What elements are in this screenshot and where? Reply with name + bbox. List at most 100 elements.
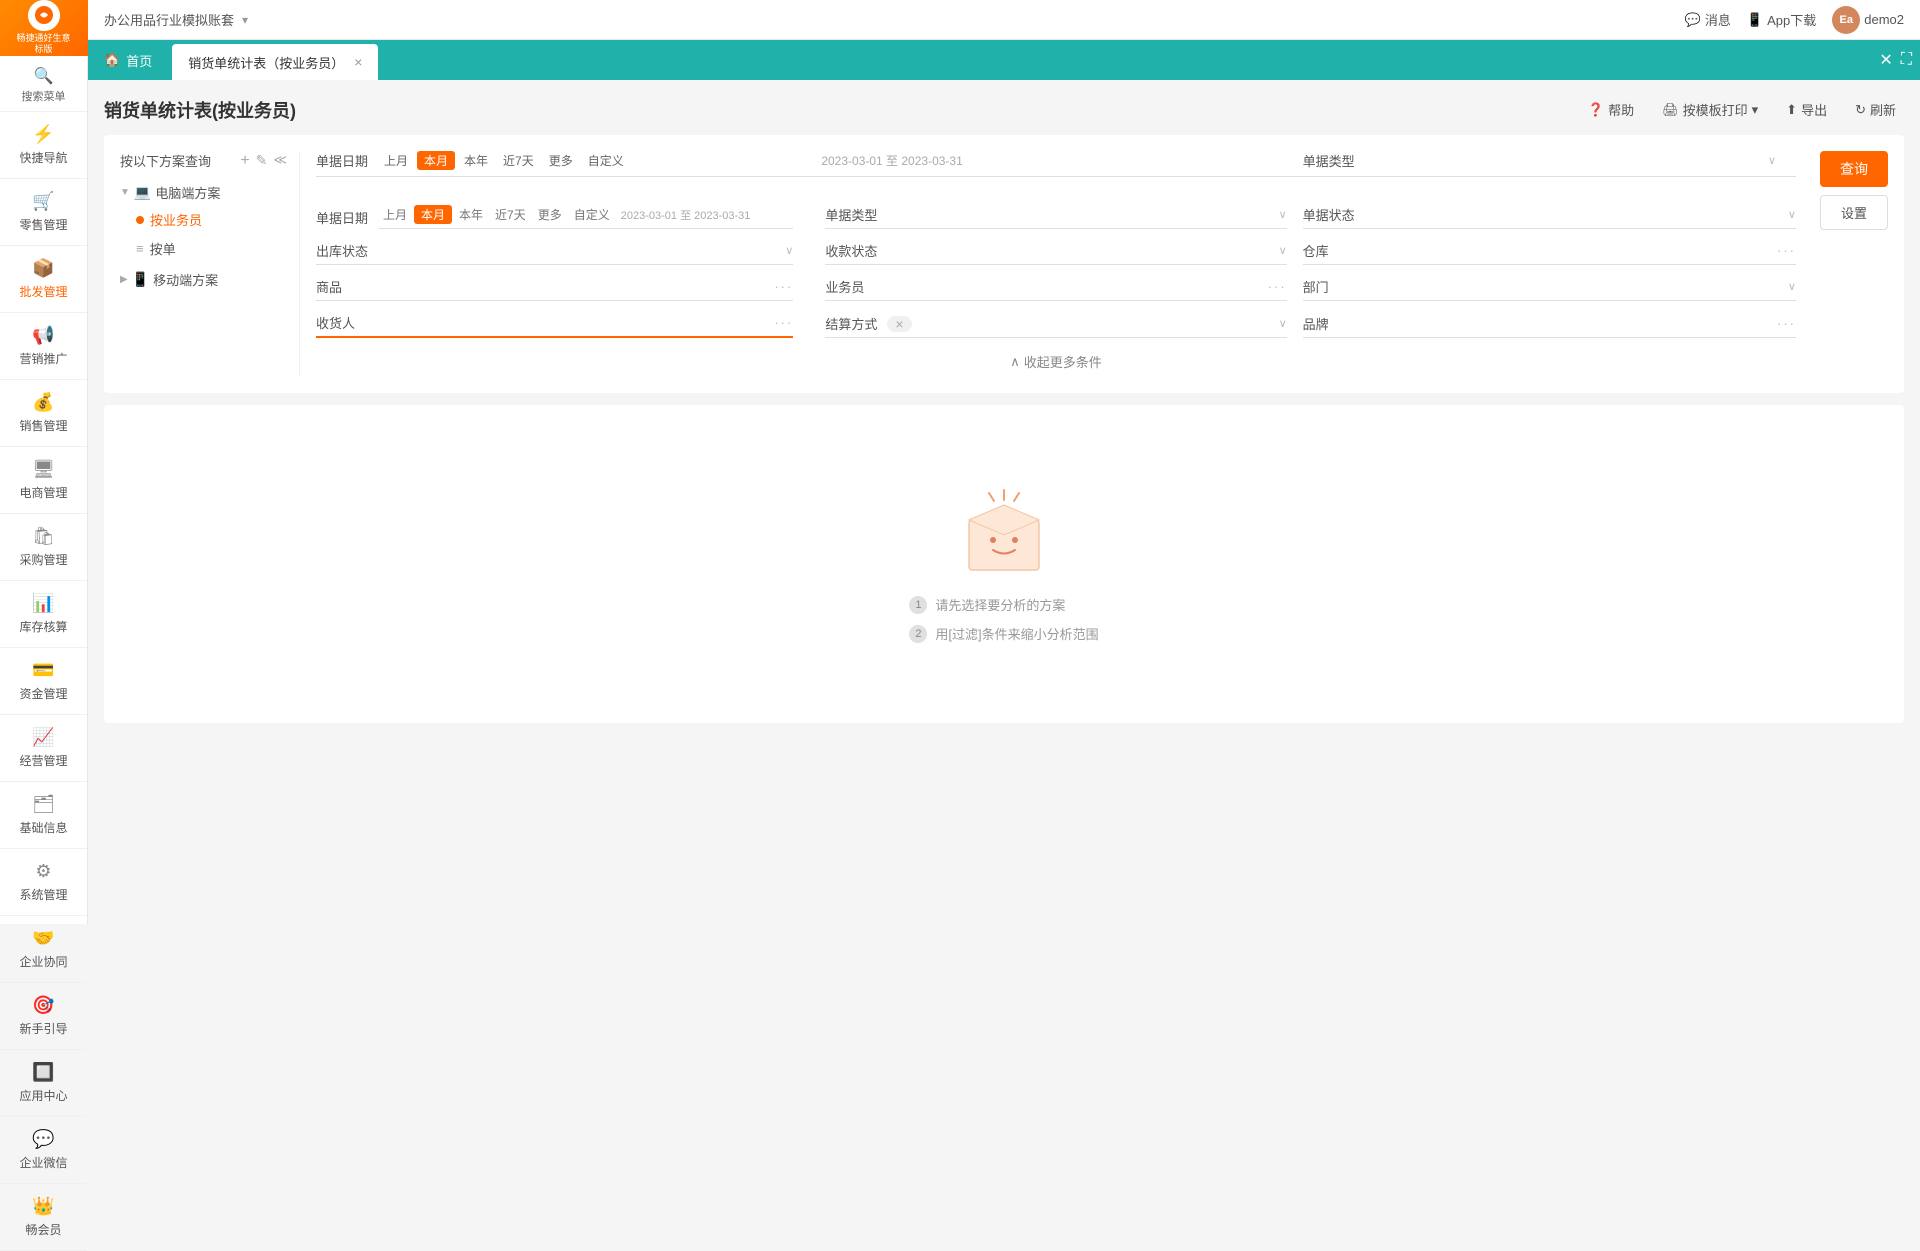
help-button[interactable]: ❓ 帮助 xyxy=(1580,96,1642,123)
outstatus-chevron: ∨ xyxy=(785,244,793,257)
sidebar-item-guide[interactable]: 🎯 新手引导 xyxy=(0,983,87,1050)
filter-cell-receivestatus: 收款状态 ∨ xyxy=(809,241,1302,277)
sidebar-item-inventory[interactable]: 📊 库存核算 xyxy=(0,581,87,648)
sidebar-item-collab[interactable]: 🤝 企业协同 xyxy=(0,916,87,983)
date-tab-this-month[interactable]: 本月 xyxy=(417,151,455,170)
topbar-dropdown-icon[interactable]: ▾ xyxy=(242,13,248,27)
sidebar-item-wholesale[interactable]: 📦 批发管理 xyxy=(0,246,87,313)
retail-icon: 🛒 xyxy=(32,191,54,212)
main-panel: 按以下方案查询 + ✎ ≪ ▼ 💻 电脑端方案 xyxy=(104,135,1904,393)
more-tab[interactable]: 更多 xyxy=(533,205,567,224)
purchase-icon: 🛍 xyxy=(32,526,55,547)
tab-close-window-button[interactable]: ✕ xyxy=(1879,50,1892,70)
sidebar-item-system[interactable]: ⚙ 系统管理 xyxy=(0,849,87,916)
last-month-tab[interactable]: 上月 xyxy=(378,205,412,224)
sidebar-item-basic[interactable]: 🗂 基础信息 xyxy=(0,782,87,849)
operation-label: 经营管理 xyxy=(19,752,67,769)
sales-label: 销售管理 xyxy=(19,417,67,434)
logo[interactable]: 畅捷通好生意 标版 xyxy=(0,0,88,56)
search-label: 搜索菜单 xyxy=(22,88,66,104)
scheme-group-mobile-header[interactable]: ▶ 📱 移动端方案 xyxy=(120,267,287,292)
date-tab-7days[interactable]: 近7天 xyxy=(497,151,540,170)
sidebar-item-finance[interactable]: 💳 资金管理 xyxy=(0,648,87,715)
query-button[interactable]: 查询 xyxy=(1820,151,1888,187)
consignee-input[interactable]: ··· xyxy=(378,315,793,330)
date-tab-last-month[interactable]: 上月 xyxy=(378,151,414,170)
scheme-collapse-button[interactable]: ≪ xyxy=(273,152,287,170)
goods-input[interactable]: ··· xyxy=(378,279,793,294)
date-field-label: 单据日期 xyxy=(316,208,372,227)
guide-label: 新手引导 xyxy=(19,1020,67,1037)
sidebar-item-ecommerce[interactable]: 🖥 电商管理 xyxy=(0,447,87,514)
download-button[interactable]: 📱 App下载 xyxy=(1747,10,1816,29)
sidebar-item-retail[interactable]: 🛒 零售管理 xyxy=(0,179,87,246)
settle-input[interactable]: × ∨ xyxy=(887,316,1286,332)
refresh-button[interactable]: ↻ 刷新 xyxy=(1847,96,1904,123)
dept-wrap: 部门 ∨ xyxy=(1303,277,1796,301)
outstatus-input[interactable]: ∨ xyxy=(378,244,793,257)
scheme-group-pc-header[interactable]: ▼ 💻 电脑端方案 xyxy=(120,180,287,205)
scheme-item-order-icon: ≡ xyxy=(136,241,144,256)
scheme-add-button[interactable]: + xyxy=(240,152,249,170)
scheme-item-salesperson[interactable]: 按业务员 xyxy=(136,205,287,234)
tab-home[interactable]: 🏠 首页 xyxy=(88,40,168,80)
scheme-item-order[interactable]: ≡ 按单 xyxy=(136,234,287,263)
tab-close-button[interactable]: × xyxy=(354,54,362,70)
receivestatus-input[interactable]: ∨ xyxy=(887,244,1286,257)
export-button[interactable]: ⬆ 导出 xyxy=(1778,96,1835,123)
tab-maximize-button[interactable]: ⛶ xyxy=(1901,51,1912,69)
brand-wrap: 品牌 ··· xyxy=(1303,314,1796,338)
dept-input[interactable]: ∨ xyxy=(1365,280,1796,293)
user-area[interactable]: Ea demo2 xyxy=(1832,6,1904,34)
collab-label: 企业协同 xyxy=(19,953,67,970)
settle-label: 结算方式 xyxy=(825,314,881,333)
collapse-bar: ∧ 收起更多条件 xyxy=(316,346,1796,377)
this-month-tab[interactable]: 本月 xyxy=(414,205,452,224)
date-tab-this-year[interactable]: 本年 xyxy=(458,151,494,170)
brand-input[interactable]: ··· xyxy=(1365,316,1796,331)
sidebar-item-purchase[interactable]: 🛍 采购管理 xyxy=(0,514,87,581)
collapse-button[interactable]: ∧ 收起更多条件 xyxy=(1010,352,1102,371)
export-icon: ⬆ xyxy=(1786,102,1797,118)
content-area: 销货单统计表(按业务员) ❓ 帮助 🖨 按模板打印 ▾ ⬆ 导出 ↻ 刷新 xyxy=(88,80,1920,924)
salesperson-input[interactable]: ··· xyxy=(887,279,1286,294)
sidebar-item-marketing[interactable]: 📢 营销推广 xyxy=(0,313,87,380)
scheme-edit-button[interactable]: ✎ xyxy=(256,152,268,170)
filter-date: 单据日期 上月 本月 本年 近7天 更多 自定义 xyxy=(316,151,809,177)
filter-cell-warehouse: 仓库 ··· xyxy=(1303,241,1796,277)
print-dropdown-icon: ▾ xyxy=(1752,102,1759,118)
scheme-panel-actions: + ✎ ≪ xyxy=(240,152,287,170)
date-tab-custom[interactable]: 自定义 xyxy=(582,151,630,170)
sidebar-item-operation[interactable]: 📈 经营管理 xyxy=(0,715,87,782)
sidebar-item-appstore[interactable]: 🔲 应用中心 xyxy=(0,1050,87,1117)
warehouse-input[interactable]: ··· xyxy=(1365,243,1796,258)
docstatus-input[interactable]: ∨ xyxy=(1365,208,1796,221)
date-tab-more[interactable]: 更多 xyxy=(543,151,579,170)
sidebar-item-shortcut[interactable]: ⚡ 快捷导航 xyxy=(0,112,87,179)
empty-state-inner: 1 请先选择要分析的方案 2 用[过滤]条件来缩小分析范围 xyxy=(909,485,1098,643)
this-year-tab[interactable]: 本年 xyxy=(454,205,488,224)
doc-type-input[interactable]: ∨ xyxy=(1365,154,1776,167)
doctype-label: 单据类型 xyxy=(825,205,881,224)
inventory-icon: 📊 xyxy=(32,593,54,614)
sidebar-item-sales[interactable]: 💰 销售管理 xyxy=(0,380,87,447)
scheme-item-order-label: 按单 xyxy=(150,239,176,258)
template-print-button[interactable]: 🖨 按模板打印 ▾ xyxy=(1654,96,1766,123)
setting-button[interactable]: 设置 xyxy=(1820,195,1888,230)
search-menu-item[interactable]: 🔍 搜索菜单 xyxy=(0,56,87,112)
sidebar-item-member[interactable]: 👑 畅会员 xyxy=(0,1184,87,1251)
tab-report[interactable]: 销货单统计表（按业务员） × xyxy=(172,44,378,80)
filter-doc-type[interactable]: 单据类型 ∨ xyxy=(1303,151,1796,177)
message-button[interactable]: 💬 消息 xyxy=(1685,10,1731,29)
filter-date-range-display: 2023-03-01 至 2023-03-31 xyxy=(809,151,1302,177)
doctype-input[interactable]: ∨ xyxy=(887,208,1286,221)
date-field-input[interactable]: 上月 本月 本年 近7天 更多 自定义 2023-03-01 至 2023-03… xyxy=(378,205,793,229)
settle-clear-button[interactable]: × xyxy=(895,317,903,331)
sidebar-item-wechat[interactable]: 💬 企业微信 xyxy=(0,1117,87,1184)
seven-days-tab[interactable]: 近7天 xyxy=(490,205,531,224)
ecommerce-label: 电商管理 xyxy=(19,484,67,501)
custom-tab[interactable]: 自定义 xyxy=(569,205,615,224)
settle-clear-tag: × xyxy=(887,316,911,332)
doctype-chevron: ∨ xyxy=(1279,208,1287,221)
topbar-left: 办公用品行业模拟账套 ▾ xyxy=(104,10,248,29)
